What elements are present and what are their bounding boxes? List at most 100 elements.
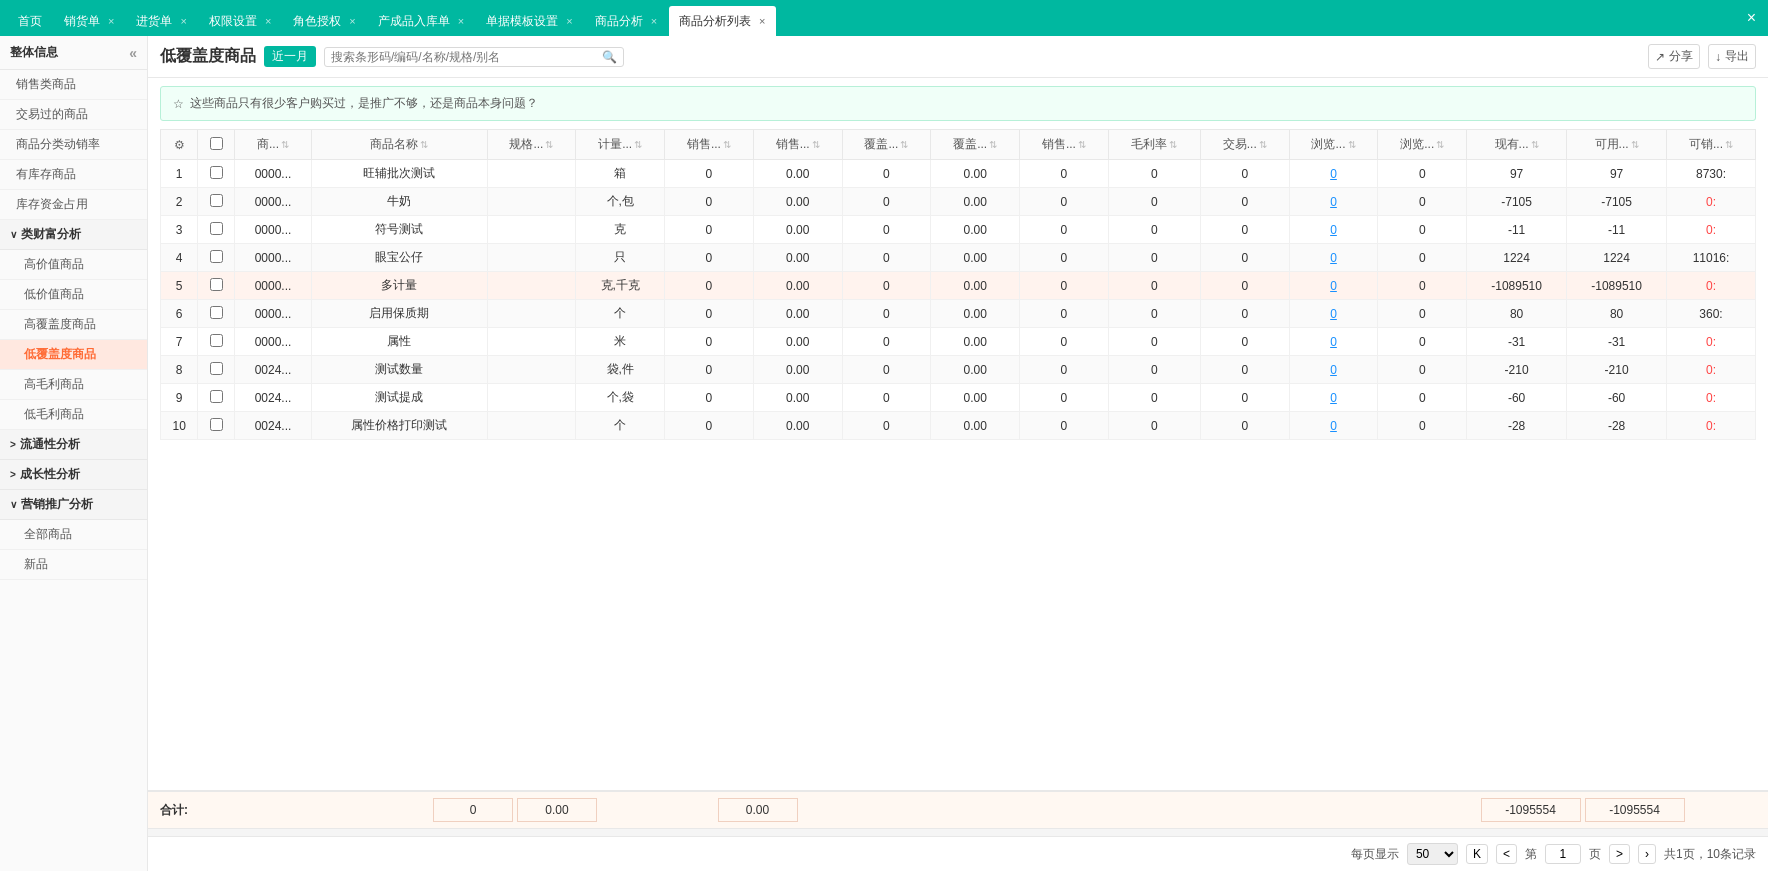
nav-tab-purchase[interactable]: 进货单 × [126,6,196,36]
horizontal-scrollbar[interactable] [148,828,1768,836]
sidebar-item-inventory-capital[interactable]: 库存资金占用 [0,190,147,220]
sort-unit-icon[interactable]: ⇅ [634,139,642,150]
share-button[interactable]: ↗ 分享 [1648,44,1700,69]
sidebar-item-new-goods[interactable]: 新品 [0,550,147,580]
first-page-button[interactable]: K [1466,844,1488,864]
nav-tab-goods-analysis-close[interactable]: × [651,15,657,27]
close-all-tabs-button[interactable]: × [1743,5,1760,31]
sort-spec-icon[interactable]: ⇅ [545,139,553,150]
sort-coverage2-icon[interactable]: ⇅ [989,139,997,150]
table-header-row: ⚙ 商...⇅ 商品名称⇅ 规格...⇅ 计量...⇅ 销售...⇅ 销售...… [161,130,1756,160]
page-number-input[interactable] [1545,844,1581,864]
row-checkbox[interactable] [198,216,235,244]
row-browse1[interactable]: 0 [1289,188,1378,216]
row-checkbox[interactable] [198,272,235,300]
sidebar-group-wealth-analysis[interactable]: ∨ 类财富分析 [0,220,147,250]
date-filter-button[interactable]: 近一月 [264,46,316,67]
row-select-checkbox[interactable] [210,362,223,375]
sidebar-group-growth[interactable]: > 成长性分析 [0,460,147,490]
sidebar-item-sales-goods[interactable]: 销售类商品 [0,70,147,100]
sidebar-item-all-goods[interactable]: 全部商品 [0,520,147,550]
row-browse1[interactable]: 0 [1289,356,1378,384]
row-browse1[interactable]: 0 [1289,384,1378,412]
row-browse1[interactable]: 0 [1289,160,1378,188]
nav-tab-home[interactable]: 首页 [8,6,52,36]
search-input[interactable] [331,50,598,64]
row-select-checkbox[interactable] [210,278,223,291]
sort-coverage1-icon[interactable]: ⇅ [900,139,908,150]
sidebar-collapse-button[interactable]: « [129,45,137,61]
sidebar-group-liquidity[interactable]: > 流通性分析 [0,430,147,460]
select-all-checkbox[interactable] [210,137,223,150]
nav-tab-template-close[interactable]: × [566,15,572,27]
next-page-button[interactable]: > [1609,844,1630,864]
sidebar-item-stocked-goods[interactable]: 有库存商品 [0,160,147,190]
row-checkbox[interactable] [198,160,235,188]
sidebar-item-traded-goods[interactable]: 交易过的商品 [0,100,147,130]
row-checkbox[interactable] [198,384,235,412]
page-size-select[interactable]: 50 20 100 [1407,843,1458,865]
nav-tab-template[interactable]: 单据模板设置 × [476,6,582,36]
prev-page-button[interactable]: < [1496,844,1517,864]
nav-tab-sales-close[interactable]: × [108,15,114,27]
sidebar-item-low-value[interactable]: 低价值商品 [0,280,147,310]
row-checkbox[interactable] [198,412,235,440]
nav-tab-goods-analysis[interactable]: 商品分析 × [585,6,667,36]
export-button[interactable]: ↓ 导出 [1708,44,1756,69]
row-browse1[interactable]: 0 [1289,244,1378,272]
sort-gross-rate-icon[interactable]: ⇅ [1169,139,1177,150]
row-select-checkbox[interactable] [210,194,223,207]
row-select-checkbox[interactable] [210,250,223,263]
sidebar-group-marketing[interactable]: ∨ 营销推广分析 [0,490,147,520]
sort-current-stock-icon[interactable]: ⇅ [1531,139,1539,150]
nav-tab-permission[interactable]: 权限设置 × [199,6,281,36]
col-checkbox[interactable] [198,130,235,160]
row-browse1[interactable]: 0 [1289,300,1378,328]
nav-tab-role-close[interactable]: × [349,15,355,27]
column-settings-icon[interactable]: ⚙ [174,138,185,152]
nav-tab-goods-analysis-list-close[interactable]: × [759,15,765,27]
nav-tab-purchase-close[interactable]: × [180,15,186,27]
nav-tab-permission-close[interactable]: × [265,15,271,27]
sort-sales-count-icon[interactable]: ⇅ [723,139,731,150]
row-browse1[interactable]: 0 [1289,328,1378,356]
sidebar-item-low-margin[interactable]: 低毛利商品 [0,400,147,430]
row-select-checkbox[interactable] [210,418,223,431]
sort-sales-amount-icon[interactable]: ⇅ [812,139,820,150]
sidebar-item-low-coverage[interactable]: 低覆盖度商品 [0,340,147,370]
sort-transaction-icon[interactable]: ⇅ [1259,139,1267,150]
sort-code-icon[interactable]: ⇅ [281,139,289,150]
col-settings[interactable]: ⚙ [161,130,198,160]
row-checkbox[interactable] [198,300,235,328]
nav-tab-goods-analysis-list[interactable]: 商品分析列表 × [669,6,775,36]
sort-available-icon[interactable]: ⇅ [1631,139,1639,150]
search-icon[interactable]: 🔍 [602,50,617,64]
row-browse1[interactable]: 0 [1289,272,1378,300]
row-checkbox[interactable] [198,356,235,384]
sort-sellable-icon[interactable]: ⇅ [1725,139,1733,150]
sort-browse2-icon[interactable]: ⇅ [1436,139,1444,150]
nav-tab-role[interactable]: 角色授权 × [283,6,365,36]
row-browse1[interactable]: 0 [1289,412,1378,440]
row-select-checkbox[interactable] [210,390,223,403]
row-select-checkbox[interactable] [210,166,223,179]
sidebar-item-category-sales-rate[interactable]: 商品分类动销率 [0,130,147,160]
row-checkbox[interactable] [198,244,235,272]
row-checkbox[interactable] [198,188,235,216]
nav-tab-product-inbound[interactable]: 产成品入库单 × [368,6,474,36]
row-select-checkbox[interactable] [210,222,223,235]
sort-browse1-icon[interactable]: ⇅ [1348,139,1356,150]
sidebar-item-high-value[interactable]: 高价值商品 [0,250,147,280]
row-checkbox[interactable] [198,328,235,356]
row-browse1[interactable]: 0 [1289,216,1378,244]
table-container[interactable]: ⚙ 商...⇅ 商品名称⇅ 规格...⇅ 计量...⇅ 销售...⇅ 销售...… [160,129,1756,790]
sort-sales2-icon[interactable]: ⇅ [1078,139,1086,150]
nav-tab-product-inbound-close[interactable]: × [458,15,464,27]
row-select-checkbox[interactable] [210,306,223,319]
sort-name-icon[interactable]: ⇅ [420,139,428,150]
row-select-checkbox[interactable] [210,334,223,347]
last-page-button[interactable]: › [1638,844,1656,864]
sidebar-item-high-margin[interactable]: 高毛利商品 [0,370,147,400]
sidebar-item-high-coverage[interactable]: 高覆盖度商品 [0,310,147,340]
nav-tab-sales[interactable]: 销货单 × [54,6,124,36]
